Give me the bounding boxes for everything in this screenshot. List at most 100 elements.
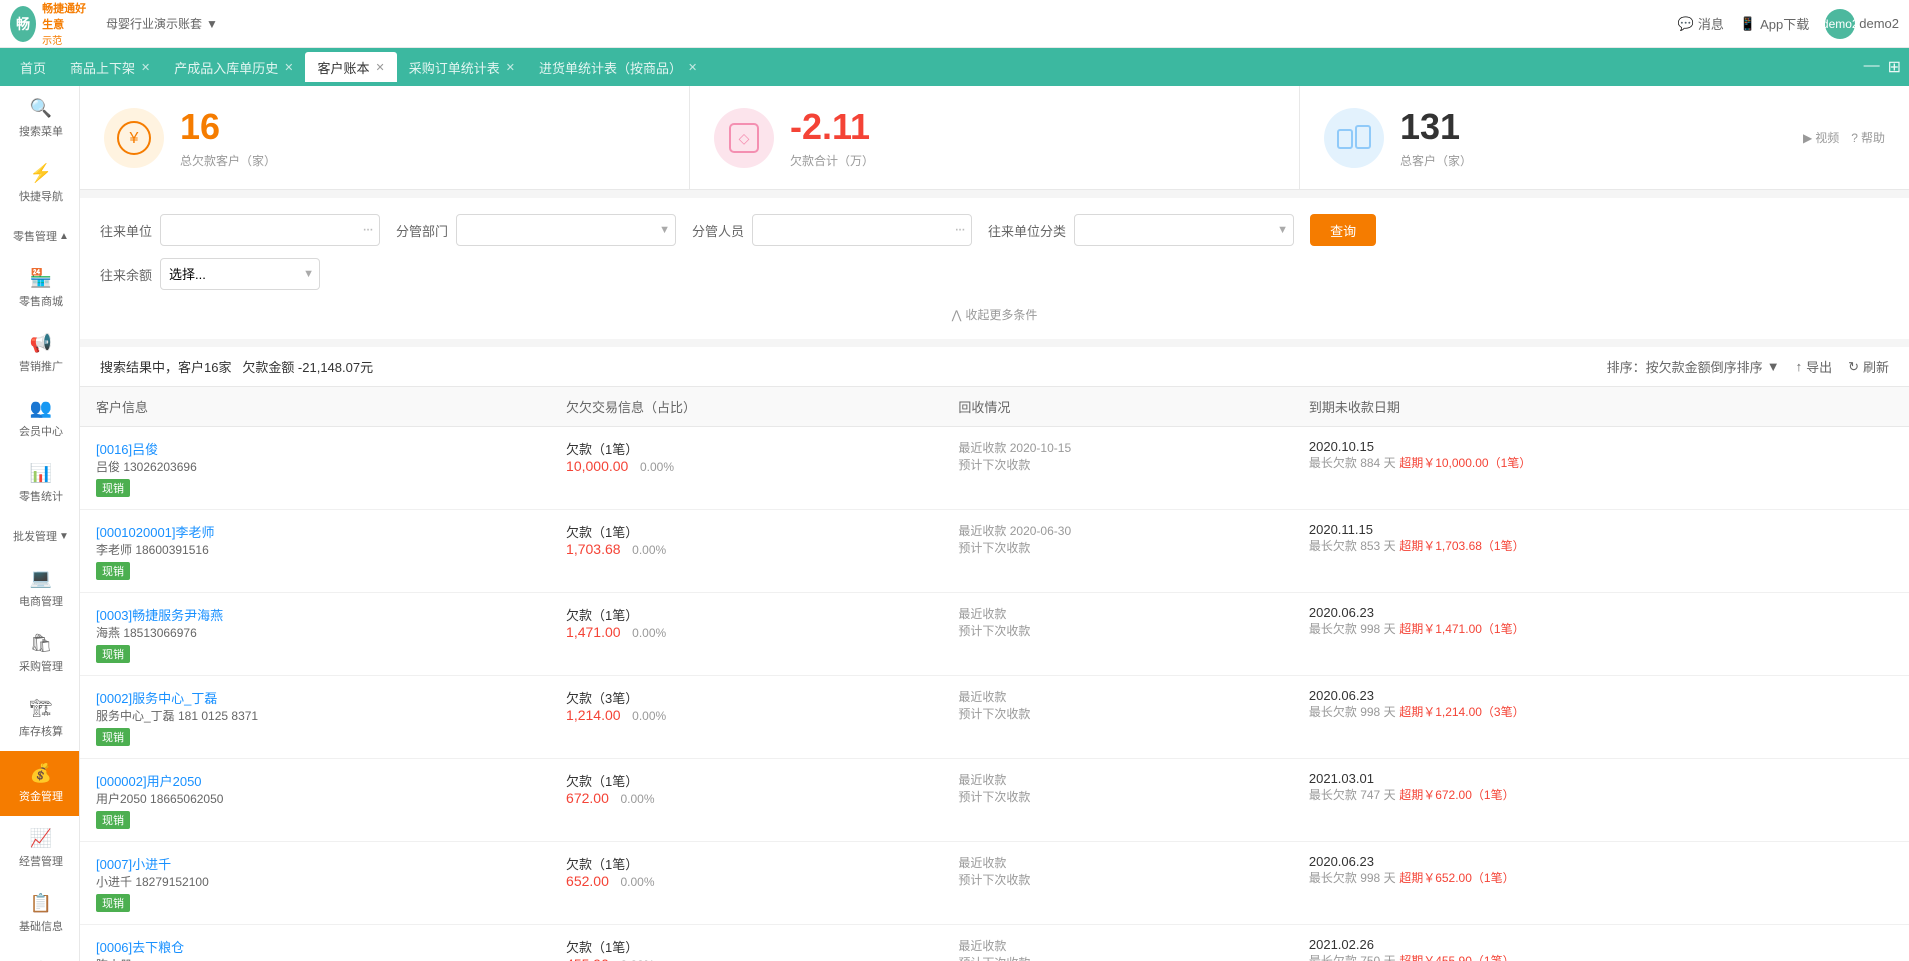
ecommerce-icon: 💻 (30, 568, 52, 589)
basic-info-icon: 📋 (30, 893, 52, 914)
tab-product-shelf-close[interactable]: ✕ (141, 61, 150, 74)
tab-product-history[interactable]: 产成品入库单历史 ✕ (162, 52, 305, 82)
debt-amount-6[interactable]: 455.90 (566, 956, 609, 961)
customer-code-1[interactable]: [0001020001]李老师 (96, 522, 534, 541)
total-customers-icon (1336, 120, 1372, 156)
collapse-up-icon: ⋀ (952, 308, 962, 322)
tab-home[interactable]: 首页 (8, 52, 58, 82)
overdue-link-6[interactable]: 超期￥455.90（1笔） (1399, 954, 1514, 961)
overdue-link-2[interactable]: 超期￥1,471.00（1笔） (1399, 622, 1524, 636)
query-button[interactable]: 查询 (1310, 214, 1376, 246)
debt-amount-1[interactable]: 1,703.68 (566, 541, 621, 557)
purchase-icon: 🛍 (30, 633, 53, 654)
sidebar-label-search-menu: 搜索菜单 (19, 123, 63, 139)
customer-code-2[interactable]: [0003]畅捷服务尹海燕 (96, 605, 534, 624)
dept-select[interactable] (456, 214, 676, 246)
debt-amount-0[interactable]: 10,000.00 (566, 458, 628, 474)
balance-select[interactable]: 选择... (160, 258, 320, 290)
tab-maximize-icon[interactable]: ⊞ (1888, 57, 1901, 77)
tab-purchase-order-label: 采购订单统计表 (409, 58, 500, 77)
tab-customer-account-close[interactable]: ✕ (376, 61, 385, 74)
sidebar-item-retail-stats[interactable]: 📊 零售统计 (0, 451, 79, 516)
tab-purchase-order-close[interactable]: ✕ (506, 61, 515, 74)
category-select[interactable] (1074, 214, 1294, 246)
refresh-btn[interactable]: ↻ 刷新 (1848, 357, 1889, 376)
cell-debt-0: 欠款（1笔） 10,000.00 0.00% (550, 427, 942, 510)
person-label: 分管人员 (692, 221, 744, 240)
tab-minimize-icon[interactable]: — (1864, 57, 1880, 77)
customer-code-6[interactable]: [0006]去下粮仓 (96, 937, 534, 956)
overdue-info-2: 最长欠款 998 天 超期￥1,471.00（1笔） (1309, 620, 1893, 637)
results-text: 搜索结果中，客户16家 欠款金额 -21,148.07元 (100, 357, 373, 376)
view-video-btn[interactable]: ▶ 视频 (1803, 129, 1839, 146)
sidebar-item-basic-info[interactable]: 📋 基础信息 (0, 881, 79, 946)
customer-code-0[interactable]: [0016]吕俊 (96, 439, 534, 458)
due-date-4: 2021.03.01 (1309, 771, 1893, 786)
tab-product-shelf[interactable]: 商品上下架 ✕ (58, 52, 162, 82)
due-date-5: 2020.06.23 (1309, 854, 1893, 869)
customer-code-4[interactable]: [000002]用户2050 (96, 771, 534, 790)
overdue-link-4[interactable]: 超期￥672.00（1笔） (1399, 788, 1514, 802)
view-label: 视频 (1815, 129, 1839, 146)
overdue-link-0[interactable]: 超期￥10,000.00（1笔） (1399, 456, 1531, 470)
help-btn[interactable]: ? 帮助 (1851, 129, 1885, 146)
sidebar-item-system[interactable]: ⚙ 系统管理 (0, 946, 79, 961)
total-customers-icon-wrap (1324, 108, 1384, 168)
supplier-input-wrap: ··· (160, 214, 380, 246)
sidebar-item-ecommerce[interactable]: 💻 电商管理 (0, 556, 79, 621)
tab-purchase-stats[interactable]: 进货单统计表（按商品） ✕ (527, 52, 709, 82)
export-btn[interactable]: ↑ 导出 (1796, 357, 1833, 376)
debt-percent-1: 0.00% (632, 543, 666, 557)
sidebar-item-operations[interactable]: 📈 经营管理 (0, 816, 79, 881)
person-input[interactable] (752, 214, 972, 246)
sidebar-item-retail-mall[interactable]: 🏪 零售商城 (0, 256, 79, 321)
tab-purchase-order[interactable]: 采购订单统计表 ✕ (397, 52, 527, 82)
marketing-icon: 📢 (30, 333, 52, 354)
filter-category: 往来单位分类 ▼ (988, 214, 1294, 246)
dept-select-wrap: ▼ (456, 214, 676, 246)
tab-customer-account[interactable]: 客户账本 ✕ (305, 52, 396, 82)
sidebar-item-member[interactable]: 👥 会员中心 (0, 386, 79, 451)
sidebar-item-marketing[interactable]: 📢 营销推广 (0, 321, 79, 386)
overdue-link-1[interactable]: 超期￥1,703.68（1笔） (1399, 539, 1524, 553)
tab-bar-actions: — ⊞ (1864, 57, 1901, 77)
sidebar-item-retail-mgmt[interactable]: 零售管理 ▲ (0, 216, 79, 256)
industry-selector[interactable]: 母婴行业演示账套 ▼ (106, 15, 218, 32)
cell-collection-0: 最近收款 2020-10-15 预计下次收款 (942, 427, 1292, 510)
app-download-btn[interactable]: 📱 App下载 (1740, 14, 1809, 33)
cell-due-2: 2020.06.23 最长欠款 998 天 超期￥1,471.00（1笔） (1293, 593, 1909, 676)
filter-collapse-btn[interactable]: ⋀ 收起更多条件 (100, 302, 1889, 323)
table-body: [0016]吕俊 吕俊 13026203696 现销 欠款（1笔） 10,000… (80, 427, 1909, 961)
debt-amount-4[interactable]: 672.00 (566, 790, 609, 806)
user-avatar-btn[interactable]: demo2 demo2 (1825, 9, 1899, 39)
col-customer-info: 客户信息 (80, 387, 550, 427)
customer-code-5[interactable]: [0007]小进千 (96, 854, 534, 873)
message-btn[interactable]: 💬 消息 (1678, 14, 1724, 33)
debt-amount-3[interactable]: 1,214.00 (566, 707, 621, 723)
debt-customers-num: 16 (180, 106, 276, 148)
tab-purchase-stats-close[interactable]: ✕ (688, 61, 697, 74)
overdue-info-1: 最长欠款 853 天 超期￥1,703.68（1笔） (1309, 537, 1893, 554)
sidebar-item-quick-nav[interactable]: ⚡ 快捷导航 (0, 151, 79, 216)
sidebar-item-batch-mgmt[interactable]: 批发管理 ▼ (0, 516, 79, 556)
tab-product-history-close[interactable]: ✕ (284, 61, 293, 74)
sidebar: 🔍 搜索菜单 ⚡ 快捷导航 零售管理 ▲ 🏪 零售商城 📢 营销推广 👥 会员中… (0, 86, 80, 961)
debt-amount-icon: ◇ (726, 120, 762, 156)
sidebar-item-finance[interactable]: 💰 资金管理 (0, 751, 79, 816)
supplier-dots-icon[interactable]: ··· (362, 221, 372, 239)
sidebar-item-inventory[interactable]: 🏗 库存核算 (0, 686, 79, 751)
sidebar-item-purchase-mgmt[interactable]: 🛍 采购管理 (0, 621, 79, 686)
customer-tag-4: 现销 (96, 811, 130, 829)
overdue-link-3[interactable]: 超期￥1,214.00（3笔） (1399, 705, 1524, 719)
customer-code-3[interactable]: [0002]服务中心_丁磊 (96, 688, 534, 707)
debt-percent-0: 0.00% (640, 460, 674, 474)
person-dots-icon[interactable]: ··· (954, 221, 964, 239)
cell-customer-6: [0006]去下粮仓 陈小册 现销 (80, 925, 550, 961)
debt-amount-2[interactable]: 1,471.00 (566, 624, 621, 640)
sidebar-item-search-menu[interactable]: 🔍 搜索菜单 (0, 86, 79, 151)
supplier-input[interactable] (160, 214, 380, 246)
cell-debt-6: 欠款（1笔） 455.90 0.00% (550, 925, 942, 961)
last-collection-1: 最近收款 2020-06-30 (958, 522, 1276, 539)
overdue-link-5[interactable]: 超期￥652.00（1笔） (1399, 871, 1514, 885)
debt-amount-5[interactable]: 652.00 (566, 873, 609, 889)
